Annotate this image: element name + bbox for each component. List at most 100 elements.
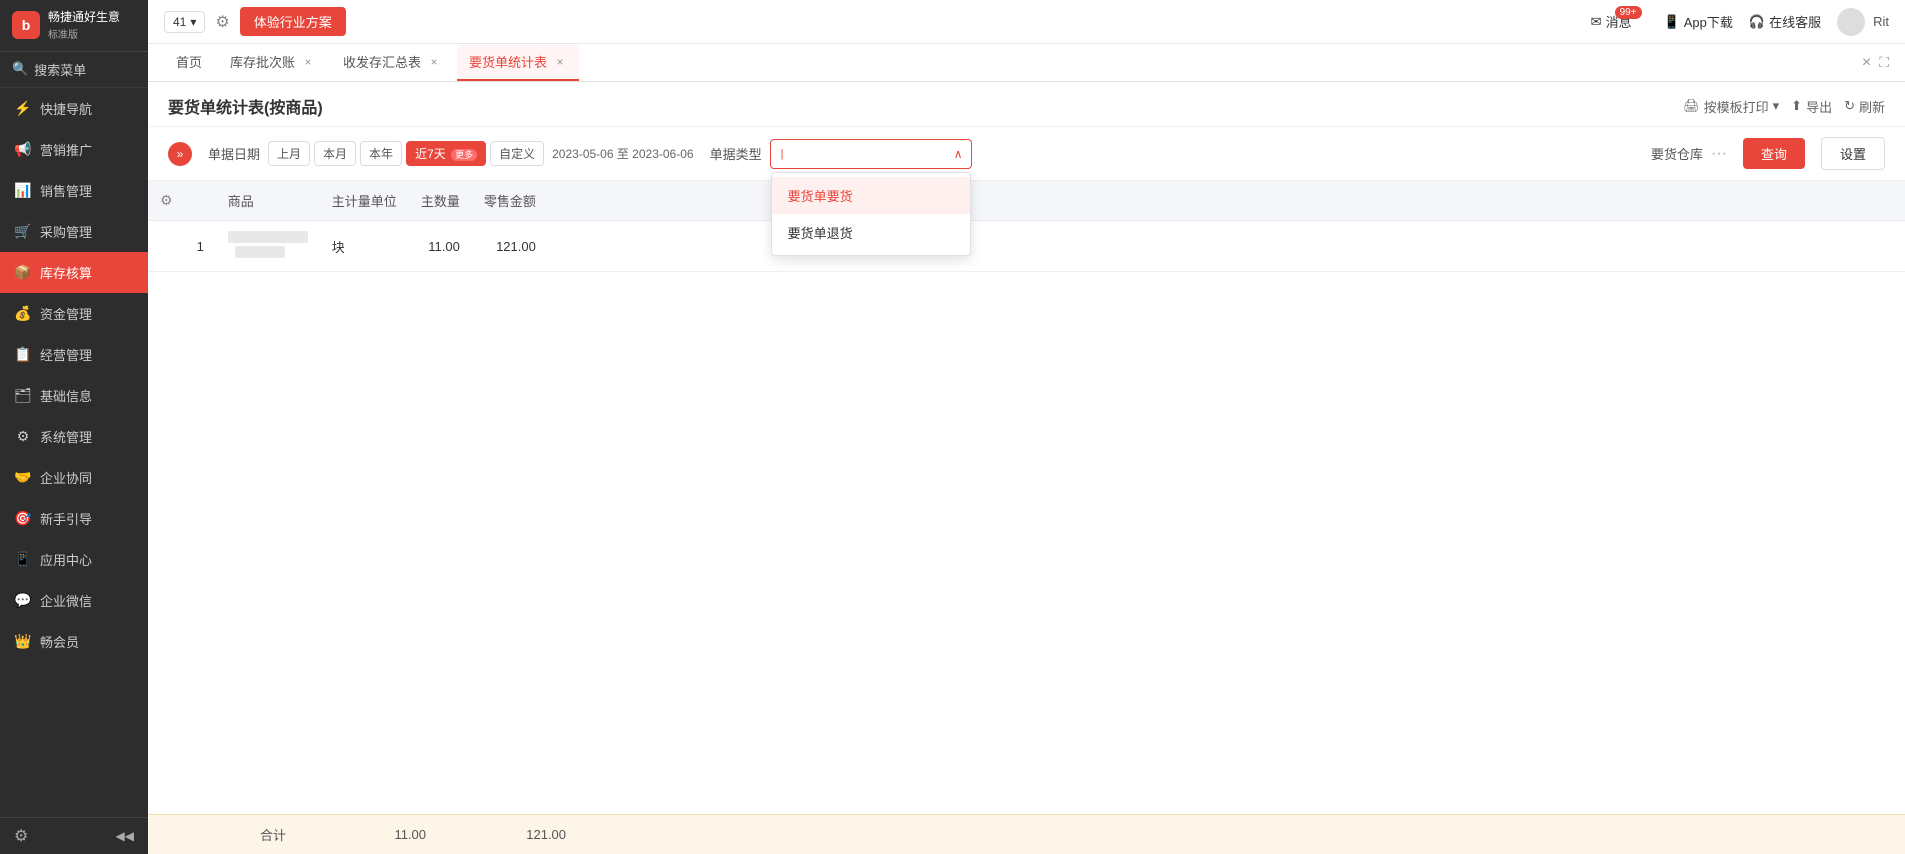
column-settings-icon[interactable]: ⚙ [160,192,173,208]
wechat-icon: 💬 [14,592,32,609]
tab-close-demand[interactable]: × [553,55,567,69]
tab-home[interactable]: 首页 [164,45,214,81]
date-btn-this-year[interactable]: 本年 [360,141,402,166]
inventory-icon: 📦 [14,264,32,281]
tab-receivables[interactable]: 收发存汇总表 × [331,45,453,81]
app-download-action[interactable]: 📱 App下载 [1664,12,1733,31]
footer-label: 合计 [260,828,286,843]
type-select-arrow: ∧ [954,147,963,161]
sidebar-item-quick-nav[interactable]: ⚡ 快捷导航 [0,88,148,129]
th-unit-label: 主计量单位 [332,194,397,209]
sidebar-item-enterprise[interactable]: 🤝 企业协同 [0,457,148,498]
option-label: 要货单退货 [788,226,853,241]
date-btn-last-month[interactable]: 上月 [268,141,310,166]
sales-icon: 📊 [14,182,32,199]
date-btn-this-month[interactable]: 本月 [314,141,356,166]
user-profile[interactable]: Rit [1837,8,1889,36]
online-service-action[interactable]: 🎧 在线客服 [1749,12,1821,31]
dropdown-option-return[interactable]: 要货单退货 [772,214,970,251]
query-button[interactable]: 查询 [1743,138,1805,169]
guide-icon: 🎯 [14,510,32,527]
row-sales-amount-cell: 121.00 [472,221,548,272]
sidebar-item-membership[interactable]: 👑 畅会员 [0,621,148,662]
row-unit-cell: 块 [320,221,409,272]
close-all-tabs-icon[interactable]: × [1862,54,1871,72]
phone-icon: 📱 [1664,14,1680,30]
sidebar-item-system[interactable]: ⚙ 系统管理 [0,416,148,457]
version-dropdown-icon: ▾ [190,15,196,29]
sidebar-item-app-center[interactable]: 📱 应用中心 [0,539,148,580]
sidebar-item-label: 企业微信 [40,591,92,610]
sidebar: b 畅捷通好生意 标准版 🔍 搜索菜单 ⚡ 快捷导航 📢 营销推广 📊 销售管理… [0,0,148,854]
table-header-row: ⚙ 商品 主计量单位 主数量 零售金额 [148,181,1905,221]
settings-gear-icon[interactable]: ⚙ [215,12,229,32]
sidebar-item-base-info[interactable]: 🗂 基础信息 [0,375,148,416]
collapse-sidebar-icon[interactable]: ◀◀ [116,829,134,843]
messages-action[interactable]: ✉ 消息 99+ [1591,12,1632,31]
row-index-cell: 1 [185,221,216,272]
tab-demand[interactable]: 要货单统计表 × [457,45,579,81]
export-button[interactable]: ⬆ 导出 [1791,97,1832,116]
date-btn-custom[interactable]: 自定义 [490,141,544,166]
settings-bottom-icon[interactable]: ⚙ [14,826,28,846]
sidebar-item-sales[interactable]: 📊 销售管理 [0,170,148,211]
search-menu-item[interactable]: 🔍 搜索菜单 [0,52,148,88]
date-filter-label: 单据日期 [208,144,260,163]
th-product-label: 商品 [228,194,254,209]
sidebar-item-label: 系统管理 [40,427,92,446]
filter-expand-button[interactable]: » [168,142,192,166]
promo-button[interactable]: 体验行业方案 [240,7,346,36]
product-name-placeholder [235,246,285,258]
tab-close-receivables[interactable]: × [427,55,441,69]
tab-close-inventory[interactable]: × [301,55,315,69]
sidebar-item-label: 快捷导航 [40,99,92,118]
refresh-icon: ↻ [1844,98,1855,114]
row-index: 1 [197,239,204,254]
app-download-label: App下载 [1684,12,1733,31]
row-quantity-cell: 11.00 [409,221,472,272]
base-info-icon: 🗂 [14,387,32,404]
sidebar-item-label: 基础信息 [40,386,92,405]
table-row: 1 块 11.00 [148,221,1905,272]
marketing-icon: 📢 [14,141,32,158]
messages-badge: 99+ [1615,6,1642,19]
sidebar-item-purchase[interactable]: 🛒 采购管理 [0,211,148,252]
set-button[interactable]: 设置 [1821,137,1885,170]
footer-label-cell: 合计 [160,825,286,844]
sidebar-item-label: 营销推广 [40,140,92,159]
sidebar-item-finance[interactable]: 💰 资金管理 [0,293,148,334]
expand-tabs-icon[interactable]: ⛶ [1879,54,1889,71]
th-sales-amount-label: 零售金额 [484,194,536,209]
print-button[interactable]: 🖨 按模板打印 ▾ [1683,97,1779,116]
th-unit: 主计量单位 [320,181,409,221]
user-name: Rit [1873,14,1889,29]
sidebar-item-label: 销售管理 [40,181,92,200]
type-select-box[interactable]: | ∧ 要货单要货 要货单退货 [770,139,972,169]
membership-icon: 👑 [14,633,32,650]
warehouse-filter-group: 要货仓库 ··· [1651,144,1727,163]
sidebar-item-operations[interactable]: 📋 经营管理 [0,334,148,375]
table-container: ⚙ 商品 主计量单位 主数量 零售金额 [148,181,1905,814]
app-center-icon: 📱 [14,551,32,568]
dropdown-option-order[interactable]: 要货单要货 [772,177,970,214]
warehouse-dots[interactable]: ··· [1711,145,1727,163]
print-dropdown-icon: ▾ [1773,98,1780,114]
table-footer: 合计 11.00 121.00 [148,814,1905,854]
type-filter-group: 单据类型 | ∧ 要货单要货 要货单退货 [710,139,1635,169]
sidebar-item-inventory[interactable]: 📦 库存核算 [0,252,148,293]
date-btn-recent7[interactable]: 近7天 更多 [406,141,486,166]
type-dropdown-menu: 要货单要货 要货单退货 [771,172,971,256]
tab-inventory[interactable]: 库存批次账 × [218,45,327,81]
sidebar-item-guide[interactable]: 🎯 新手引导 [0,498,148,539]
headset-icon: 🎧 [1749,14,1765,30]
row-unit: 块 [332,240,345,255]
sidebar-item-wechat[interactable]: 💬 企业微信 [0,580,148,621]
version-selector[interactable]: 41 ▾ [164,11,205,33]
th-quantity: 主数量 [409,181,472,221]
sidebar-item-marketing[interactable]: 📢 营销推广 [0,129,148,170]
refresh-button[interactable]: ↻ 刷新 [1844,97,1885,116]
print-icon: 🖨 [1683,98,1700,114]
topbar: 41 ▾ ⚙ 体验行业方案 ✉ 消息 99+ 📱 App下载 🎧 在线客服 R [148,0,1905,44]
page-header-actions: 🖨 按模板打印 ▾ ⬆ 导出 ↻ 刷新 [1683,97,1885,116]
date-range-buttons: 上月 本月 本年 近7天 更多 自定义 [268,141,544,166]
